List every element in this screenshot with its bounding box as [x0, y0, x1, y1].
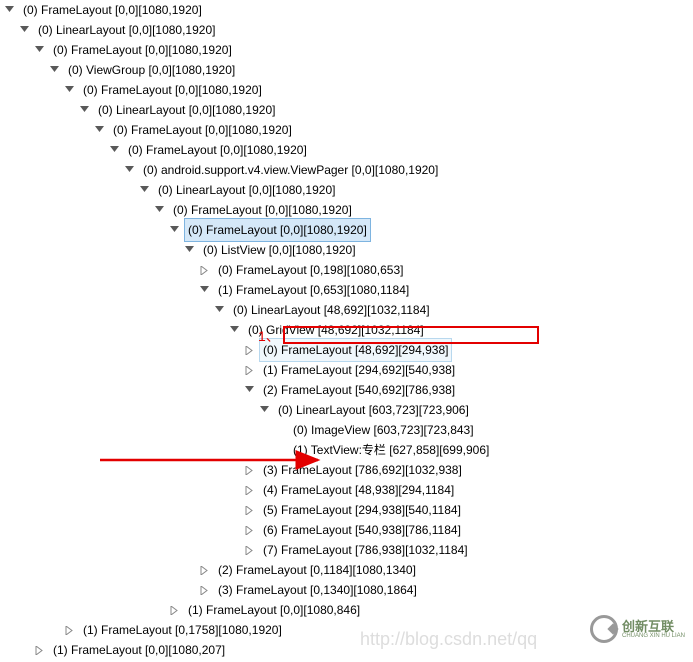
toggle-collapsed-icon[interactable] — [199, 585, 210, 596]
toggle-expanded-icon[interactable] — [124, 165, 135, 176]
toggle-collapsed-icon[interactable] — [244, 345, 255, 356]
tree-node[interactable]: (0) FrameLayout [0,0][1080,1920] — [0, 40, 693, 60]
logo-icon — [590, 615, 618, 643]
tree-node[interactable]: (2) FrameLayout [540,692][786,938] — [0, 380, 693, 400]
tree-node-label: (1) FrameLayout [0,0][1080,207] — [49, 638, 229, 662]
tree-node[interactable]: (0) ViewGroup [0,0][1080,1920] — [0, 60, 693, 80]
tree-node[interactable]: (7) FrameLayout [786,938][1032,1184] — [0, 540, 693, 560]
tree-node[interactable]: (0) ImageView [603,723][723,843] — [0, 420, 693, 440]
toggle-expanded-icon[interactable] — [19, 25, 30, 36]
toggle-expanded-icon[interactable] — [184, 245, 195, 256]
toggle-expanded-icon[interactable] — [139, 185, 150, 196]
toggle-collapsed-icon[interactable] — [199, 265, 210, 276]
tree-node[interactable]: (0) LinearLayout [48,692][1032,1184] — [0, 300, 693, 320]
toggle-expanded-icon[interactable] — [214, 305, 225, 316]
tree-node[interactable]: (0) ListView [0,0][1080,1920] — [0, 240, 693, 260]
toggle-expanded-icon[interactable] — [64, 85, 75, 96]
tree-node[interactable]: (0) FrameLayout [0,0][1080,1920] — [0, 140, 693, 160]
toggle-expanded-icon[interactable] — [49, 65, 60, 76]
toggle-expanded-icon[interactable] — [169, 225, 180, 236]
toggle-collapsed-icon[interactable] — [64, 625, 75, 636]
tree-node[interactable]: (0) LinearLayout [0,0][1080,1920] — [0, 100, 693, 120]
tree-node[interactable]: (1) FrameLayout [0,0][1080,207] — [0, 640, 693, 660]
tree-node[interactable]: (1) TextView:专栏 [627,858][699,906] — [0, 440, 693, 460]
toggle-expanded-icon[interactable] — [94, 125, 105, 136]
tree-node[interactable]: (0) FrameLayout [0,0][1080,1920] — [0, 0, 693, 20]
tree-node[interactable]: (0) GridView [48,692][1032,1184] — [0, 320, 693, 340]
tree-node[interactable]: (0) FrameLayout [0,0][1080,1920] — [0, 120, 693, 140]
tree-node[interactable]: (0) FrameLayout [48,692][294,938] — [0, 340, 693, 360]
toggle-collapsed-icon[interactable] — [244, 465, 255, 476]
toggle-expanded-icon[interactable] — [79, 105, 90, 116]
toggle-none — [274, 445, 285, 456]
toggle-collapsed-icon[interactable] — [244, 505, 255, 516]
tree-node[interactable]: (3) FrameLayout [786,692][1032,938] — [0, 460, 693, 480]
toggle-collapsed-icon[interactable] — [169, 605, 180, 616]
tree-node[interactable]: (4) FrameLayout [48,938][294,1184] — [0, 480, 693, 500]
toggle-collapsed-icon[interactable] — [244, 485, 255, 496]
tree-node[interactable]: (0) FrameLayout [0,0][1080,1920] — [0, 220, 693, 240]
tree-node[interactable]: (5) FrameLayout [294,938][540,1184] — [0, 500, 693, 520]
tree-node[interactable]: (0) LinearLayout [603,723][723,906] — [0, 400, 693, 420]
toggle-none — [274, 425, 285, 436]
tree-node[interactable]: (0) FrameLayout [0,0][1080,1920] — [0, 200, 693, 220]
tree-node[interactable]: (0) android.support.v4.view.ViewPager [0… — [0, 160, 693, 180]
tree-node[interactable]: (0) FrameLayout [0,0][1080,1920] — [0, 80, 693, 100]
toggle-collapsed-icon[interactable] — [244, 525, 255, 536]
toggle-collapsed-icon[interactable] — [244, 545, 255, 556]
layout-tree: (0) FrameLayout [0,0][1080,1920](0) Line… — [0, 0, 693, 660]
tree-node[interactable]: (2) FrameLayout [0,1184][1080,1340] — [0, 560, 693, 580]
toggle-expanded-icon[interactable] — [259, 405, 270, 416]
toggle-expanded-icon[interactable] — [4, 5, 15, 16]
tree-node[interactable]: (0) LinearLayout [0,0][1080,1920] — [0, 180, 693, 200]
tree-node[interactable]: (0) LinearLayout [0,0][1080,1920] — [0, 20, 693, 40]
toggle-collapsed-icon[interactable] — [34, 645, 45, 656]
toggle-expanded-icon[interactable] — [34, 45, 45, 56]
toggle-expanded-icon[interactable] — [109, 145, 120, 156]
toggle-collapsed-icon[interactable] — [244, 365, 255, 376]
tree-node[interactable]: (0) FrameLayout [0,198][1080,653] — [0, 260, 693, 280]
toggle-expanded-icon[interactable] — [244, 385, 255, 396]
tree-node[interactable]: (1) FrameLayout [0,653][1080,1184] — [0, 280, 693, 300]
toggle-expanded-icon[interactable] — [229, 325, 240, 336]
tree-node[interactable]: (1) FrameLayout [294,692][540,938] — [0, 360, 693, 380]
tree-node[interactable]: (3) FrameLayout [0,1340][1080,1864] — [0, 580, 693, 600]
toggle-expanded-icon[interactable] — [154, 205, 165, 216]
tree-node[interactable]: (6) FrameLayout [540,938][786,1184] — [0, 520, 693, 540]
logo-badge: 创新互联 CHUANG XIN HU LIAN — [590, 615, 685, 643]
logo-text: 创新互联 CHUANG XIN HU LIAN — [622, 620, 685, 639]
toggle-collapsed-icon[interactable] — [199, 565, 210, 576]
toggle-expanded-icon[interactable] — [199, 285, 210, 296]
